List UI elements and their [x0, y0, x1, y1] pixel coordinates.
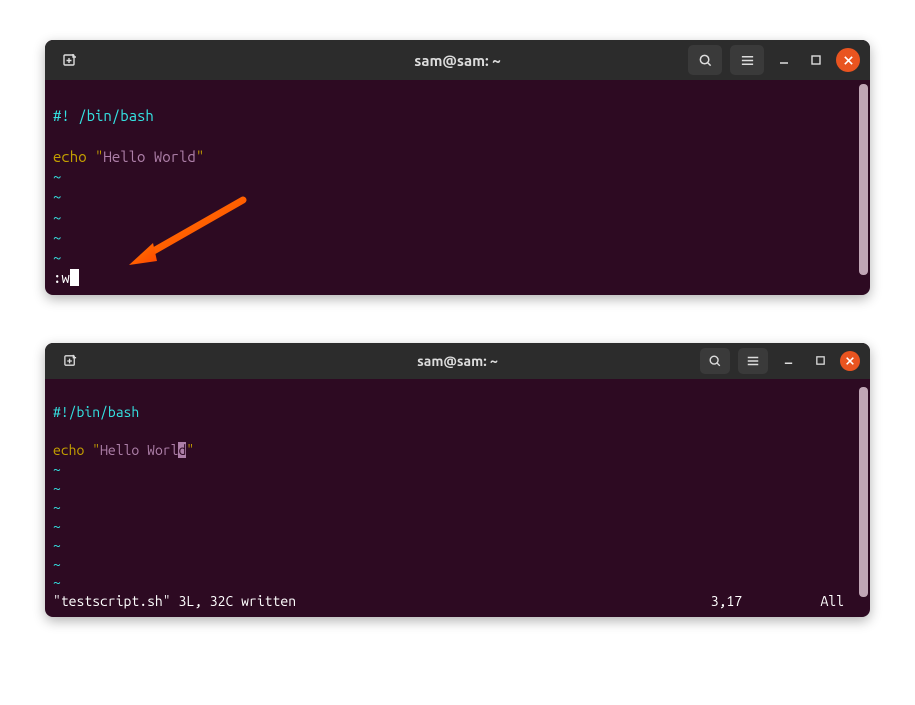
search-button[interactable] — [688, 45, 722, 75]
empty-line-tilde: ~ — [53, 537, 61, 553]
status-file-info: "testscript.sh" 3L, 32C written — [53, 592, 296, 611]
empty-line-tilde: ~ — [53, 188, 61, 205]
hamburger-icon — [746, 354, 760, 368]
empty-line-tilde: ~ — [53, 518, 61, 534]
empty-line-tilde: ~ — [53, 168, 61, 185]
maximize-icon — [810, 54, 822, 66]
empty-line-tilde: ~ — [53, 249, 61, 266]
minimize-icon — [783, 355, 794, 366]
shebang-line: #!/bin/bash — [53, 404, 139, 420]
empty-line-tilde: ~ — [53, 461, 61, 477]
scrollbar[interactable] — [859, 387, 868, 598]
close-button[interactable] — [836, 48, 860, 72]
maximize-button[interactable] — [804, 48, 828, 72]
scrollbar[interactable] — [859, 84, 868, 275]
terminal-window-2: sam@sam: ~ #!/bin/bash echo "Hello World… — [45, 343, 870, 618]
string-pre: Hello Worl — [100, 442, 178, 458]
maximize-button[interactable] — [808, 349, 832, 373]
close-icon — [843, 55, 854, 66]
new-tab-icon — [62, 52, 78, 68]
vim-command-line: :w — [53, 269, 79, 286]
terminal-window-1: sam@sam: ~ #! /bin/bash echo "Hello Worl… — [45, 40, 870, 295]
empty-line-tilde: ~ — [53, 556, 61, 572]
search-icon — [708, 354, 722, 368]
open-quote: " — [92, 442, 100, 458]
status-position: 3,17 — [711, 593, 742, 609]
command-text: w — [61, 269, 69, 286]
close-quote: " — [186, 442, 194, 458]
vim-status-line: "testscript.sh" 3L, 32C written 3,17 All — [53, 592, 862, 611]
titlebar: sam@sam: ~ — [45, 343, 870, 379]
new-tab-icon — [63, 353, 78, 368]
empty-line-tilde: ~ — [53, 229, 61, 246]
search-button[interactable] — [700, 348, 730, 374]
minimize-button[interactable] — [776, 349, 800, 373]
new-tab-button[interactable] — [55, 47, 85, 73]
hamburger-menu-button[interactable] — [738, 348, 768, 374]
search-icon — [698, 53, 713, 68]
terminal-content[interactable]: #!/bin/bash echo "Hello World" ~ ~ ~ ~ ~… — [45, 379, 870, 618]
hamburger-menu-button[interactable] — [730, 45, 764, 75]
minimize-button[interactable] — [772, 48, 796, 72]
close-quote: " — [196, 148, 204, 165]
minimize-icon — [778, 54, 790, 66]
cursor — [70, 269, 79, 286]
close-icon — [845, 356, 855, 366]
string-content: Hello World — [103, 148, 195, 165]
terminal-content[interactable]: #! /bin/bash echo "Hello World" ~ ~ ~ ~ … — [45, 80, 870, 295]
empty-line-tilde: ~ — [53, 574, 61, 590]
empty-line-tilde: ~ — [53, 499, 61, 515]
maximize-icon — [815, 355, 826, 366]
status-view: All — [820, 593, 844, 609]
shebang-line: #! /bin/bash — [53, 107, 154, 124]
titlebar: sam@sam: ~ — [45, 40, 870, 80]
new-tab-button[interactable] — [55, 348, 85, 374]
close-button[interactable] — [840, 351, 860, 371]
empty-line-tilde: ~ — [53, 480, 61, 496]
empty-line-tilde: ~ — [53, 209, 61, 226]
echo-keyword: echo — [53, 148, 87, 165]
hamburger-icon — [740, 53, 755, 68]
echo-keyword: echo — [53, 442, 84, 458]
